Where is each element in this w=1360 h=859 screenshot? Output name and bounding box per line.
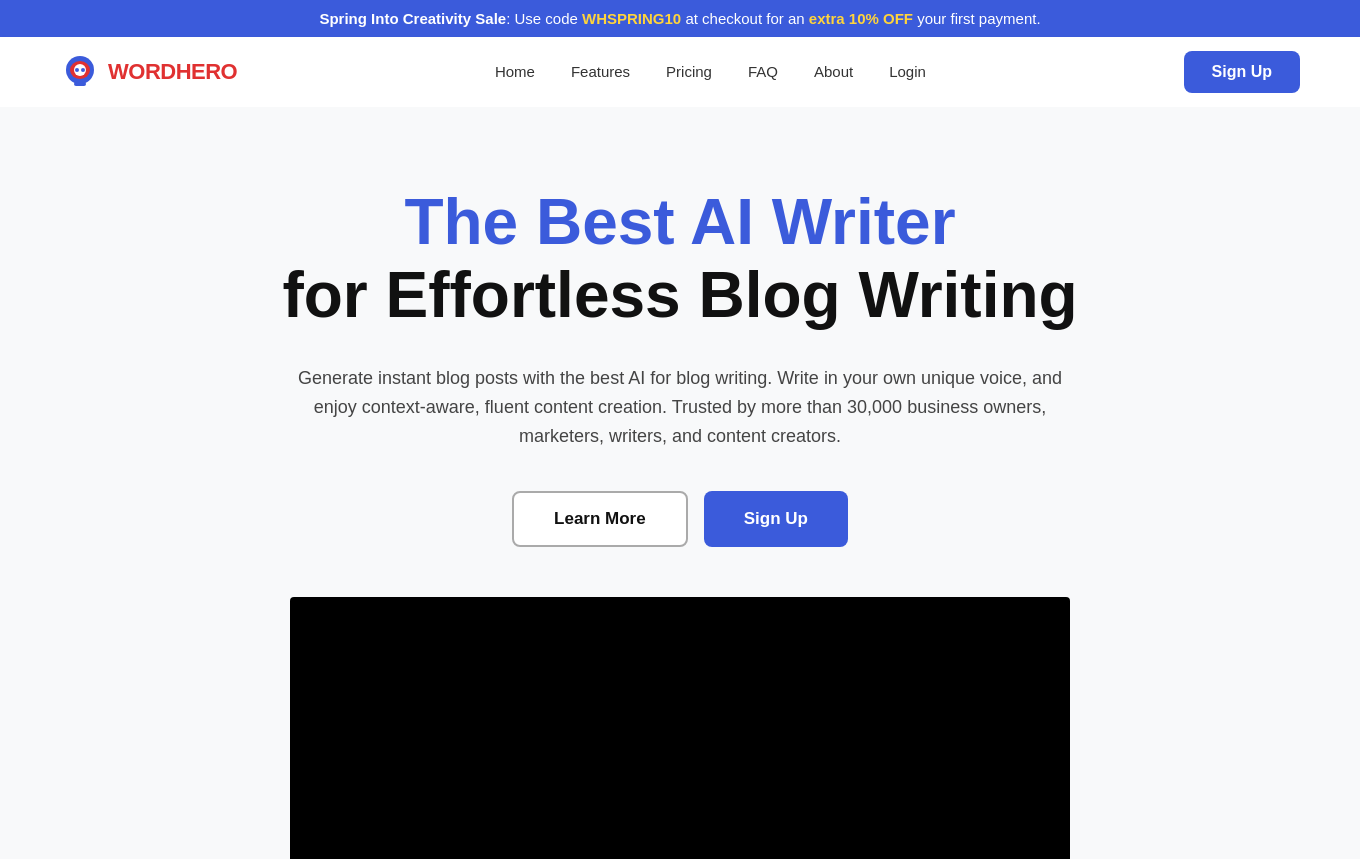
logo[interactable]: WORDHERO bbox=[60, 52, 237, 92]
svg-point-5 bbox=[81, 68, 85, 72]
svg-rect-3 bbox=[74, 82, 86, 86]
banner-discount: extra 10% OFF bbox=[809, 10, 913, 27]
hero-title-black: for Effortless Blog Writing bbox=[20, 257, 1340, 334]
banner-suffix2: your first payment. bbox=[913, 10, 1041, 27]
hero-signup-button[interactable]: Sign Up bbox=[704, 491, 848, 547]
logo-icon bbox=[60, 52, 100, 92]
nav-pricing[interactable]: Pricing bbox=[666, 63, 712, 80]
nav-about[interactable]: About bbox=[814, 63, 853, 80]
learn-more-button[interactable]: Learn More bbox=[512, 491, 688, 547]
nav-faq[interactable]: FAQ bbox=[748, 63, 778, 80]
banner-middle: : Use code bbox=[506, 10, 582, 27]
nav-signup-button[interactable]: Sign Up bbox=[1184, 51, 1300, 93]
video-container bbox=[290, 597, 1070, 859]
promo-banner: Spring Into Creativity Sale: Use code WH… bbox=[0, 0, 1360, 37]
navbar: WORDHERO Home Features Pricing FAQ About… bbox=[0, 37, 1360, 107]
nav-links: Home Features Pricing FAQ About Login bbox=[495, 63, 926, 81]
hero-title-blue: The Best AI Writer bbox=[20, 187, 1340, 257]
logo-text: WORDHERO bbox=[108, 59, 237, 85]
hero-section: The Best AI Writer for Effortless Blog W… bbox=[0, 107, 1360, 859]
video-placeholder bbox=[290, 597, 1070, 859]
svg-point-4 bbox=[75, 68, 79, 72]
nav-login[interactable]: Login bbox=[889, 63, 926, 80]
hero-subtitle: Generate instant blog posts with the bes… bbox=[290, 364, 1070, 450]
banner-code: WHSPRING10 bbox=[582, 10, 681, 27]
banner-sale-text: Spring Into Creativity Sale bbox=[319, 10, 506, 27]
banner-suffix1: at checkout for an bbox=[681, 10, 809, 27]
nav-features[interactable]: Features bbox=[571, 63, 630, 80]
hero-buttons: Learn More Sign Up bbox=[20, 491, 1340, 547]
nav-home[interactable]: Home bbox=[495, 63, 535, 80]
